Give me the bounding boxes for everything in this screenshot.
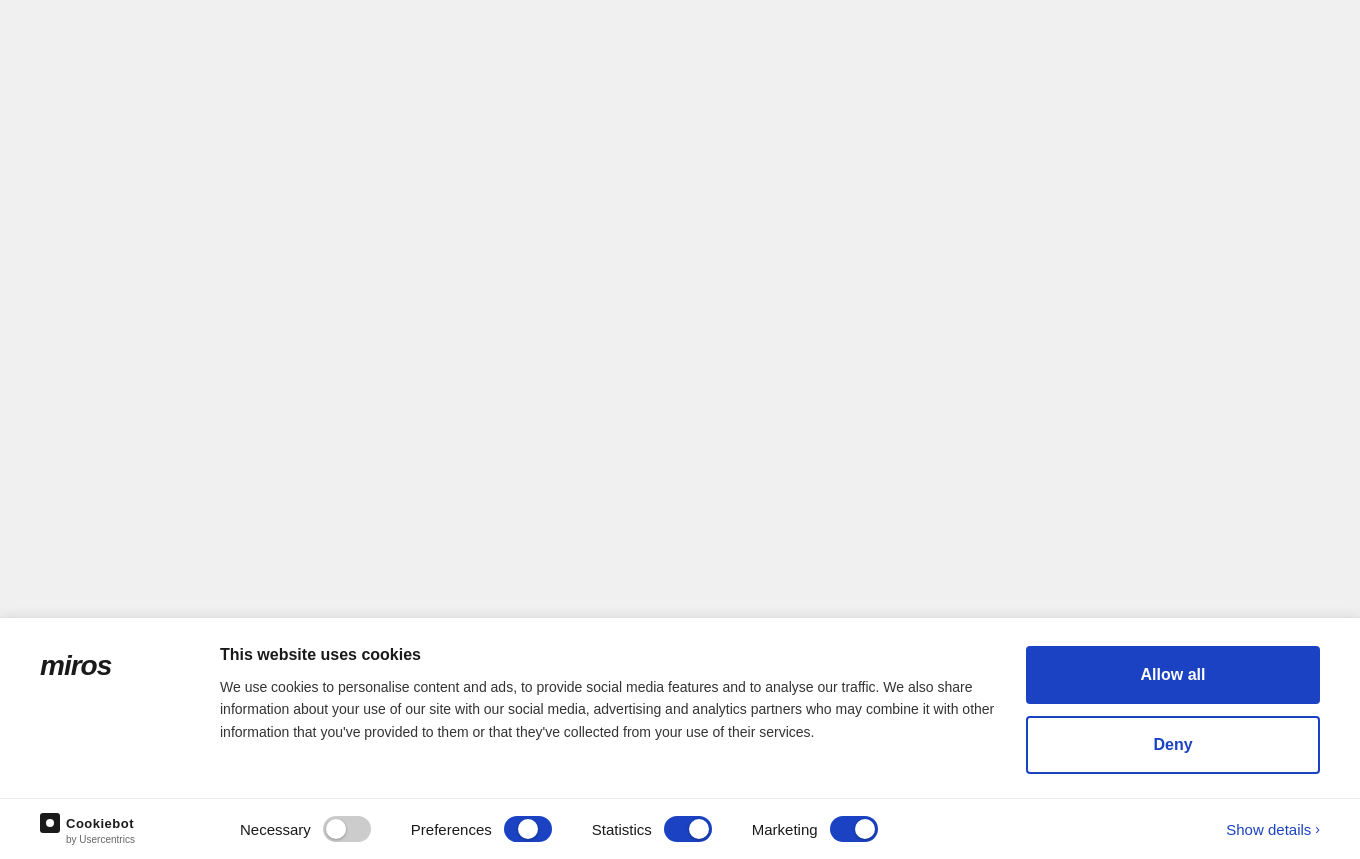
deny-button[interactable]: Deny bbox=[1026, 716, 1320, 774]
allow-all-button[interactable]: Allow all bbox=[1026, 646, 1320, 704]
marketing-label: Marketing bbox=[752, 821, 818, 838]
preferences-label: Preferences bbox=[411, 821, 492, 838]
show-details-link[interactable]: Show details › bbox=[1226, 821, 1320, 838]
show-details-text: Show details bbox=[1226, 821, 1311, 838]
chevron-right-icon: › bbox=[1315, 821, 1320, 837]
brand-logo-area: miros bbox=[40, 646, 200, 682]
cookiebot-logo: Cookiebot by Usercentrics bbox=[40, 813, 135, 845]
marketing-track bbox=[830, 816, 878, 842]
cookiebot-by: by Usercentrics bbox=[66, 834, 135, 845]
statistics-thumb bbox=[689, 819, 709, 839]
miros-logo: miros bbox=[40, 650, 111, 682]
necessary-toggle[interactable] bbox=[323, 816, 371, 842]
necessary-thumb bbox=[326, 819, 346, 839]
main-content bbox=[0, 0, 1360, 600]
toggle-marketing: Marketing bbox=[752, 816, 878, 842]
cookie-banner: miros This website uses cookies We use c… bbox=[0, 617, 1360, 859]
cookie-banner-bottom: Cookiebot by Usercentrics Necessary Pref… bbox=[0, 799, 1360, 859]
marketing-thumb bbox=[855, 819, 875, 839]
cookie-banner-top: miros This website uses cookies We use c… bbox=[0, 618, 1360, 799]
toggle-preferences: Preferences bbox=[411, 816, 552, 842]
cookie-actions: Allow all Deny bbox=[1026, 646, 1320, 774]
necessary-track bbox=[323, 816, 371, 842]
toggle-necessary: Necessary bbox=[240, 816, 371, 842]
cookiebot-logo-area: Cookiebot by Usercentrics bbox=[40, 813, 200, 845]
marketing-toggle[interactable] bbox=[830, 816, 878, 842]
cookie-toggles: Necessary Preferences Statistics bbox=[240, 816, 1186, 842]
cookie-content: This website uses cookies We use cookies… bbox=[220, 646, 1006, 743]
toggle-statistics: Statistics bbox=[592, 816, 712, 842]
preferences-thumb bbox=[518, 819, 538, 839]
necessary-label: Necessary bbox=[240, 821, 311, 838]
cookie-title: This website uses cookies bbox=[220, 646, 1006, 664]
statistics-label: Statistics bbox=[592, 821, 652, 838]
statistics-track bbox=[664, 816, 712, 842]
preferences-track bbox=[504, 816, 552, 842]
cookiebot-name: Cookiebot bbox=[66, 816, 134, 831]
statistics-toggle[interactable] bbox=[664, 816, 712, 842]
cookiebot-icon: Cookiebot bbox=[40, 813, 134, 833]
preferences-toggle[interactable] bbox=[504, 816, 552, 842]
cookie-description: We use cookies to personalise content an… bbox=[220, 676, 1006, 743]
cookiebot-icon-shape bbox=[40, 813, 60, 833]
